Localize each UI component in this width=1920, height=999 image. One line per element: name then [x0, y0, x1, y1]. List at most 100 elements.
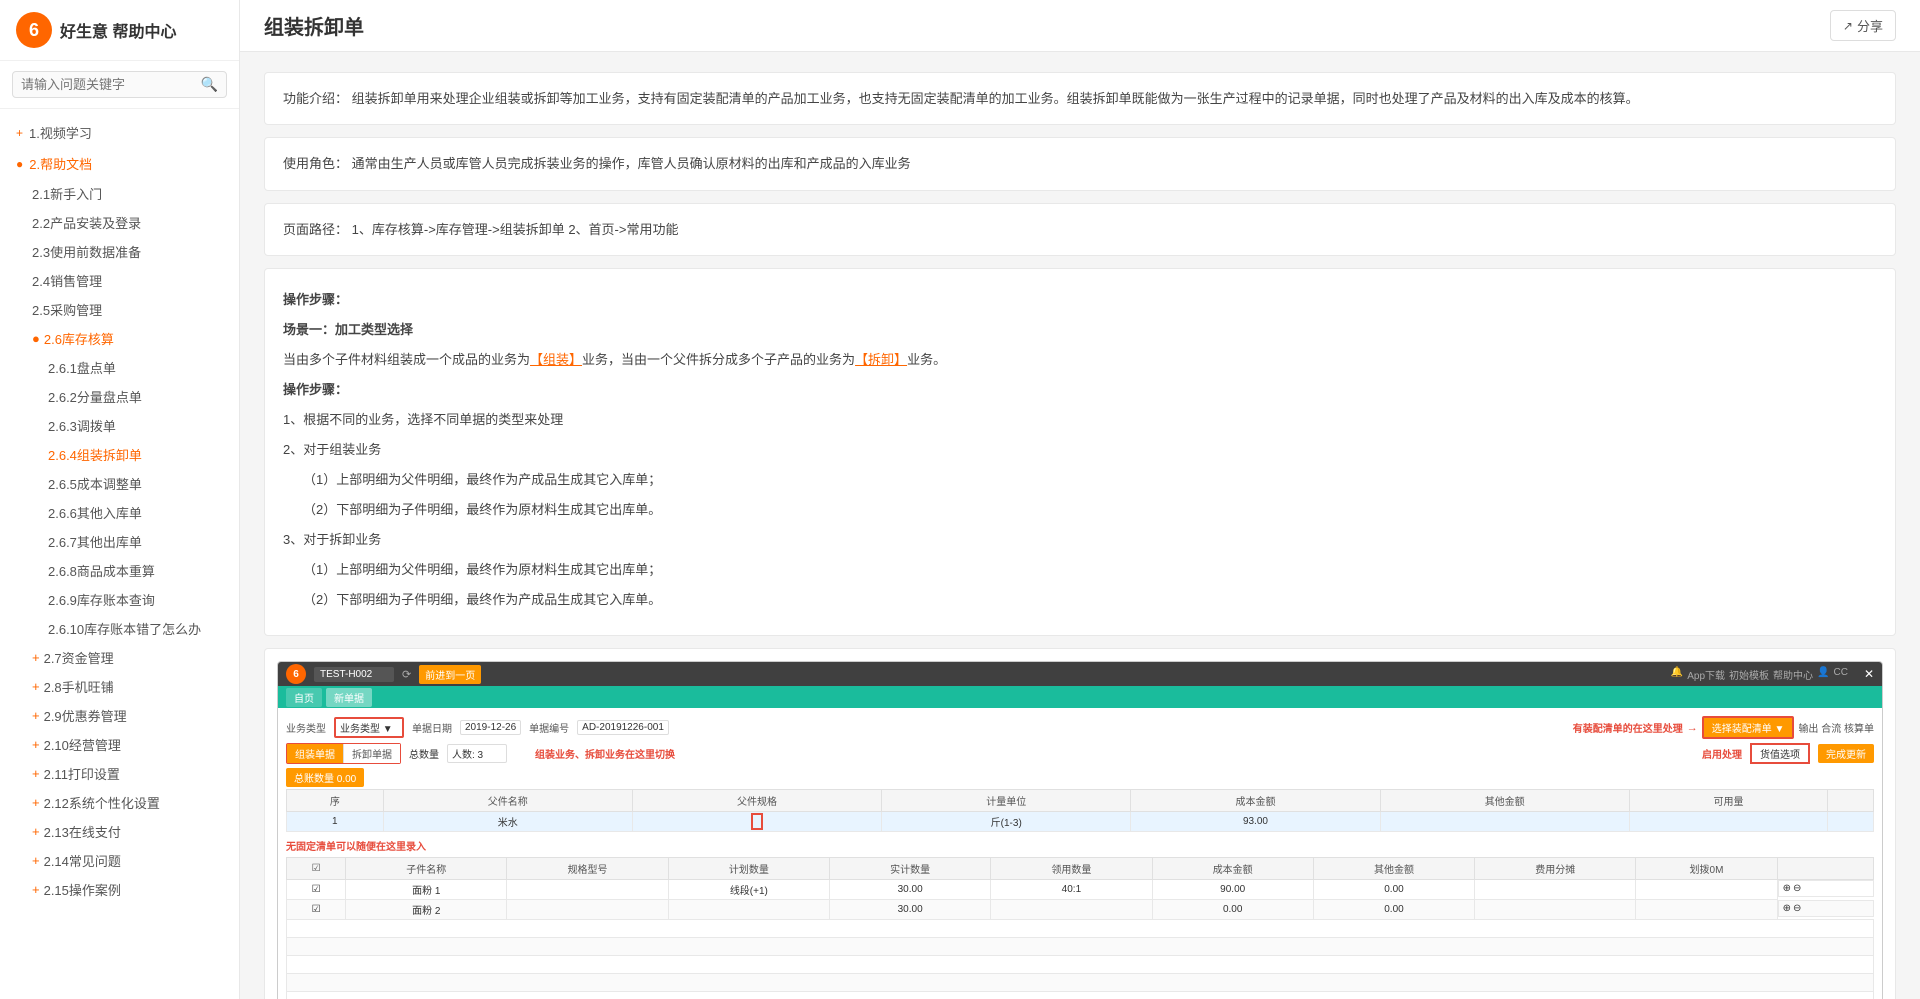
nav-sub-item-2-6-10[interactable]: 2.6.10库存账本错了怎么办: [0, 614, 239, 643]
fake-order-label: 单据编号: [529, 720, 569, 735]
fake-cell-1-other: [1380, 812, 1629, 832]
fake-save-btn[interactable]: 完成更新: [1818, 744, 1874, 763]
nav-sub-item-2-6-8[interactable]: 2.6.8商品成本重算: [0, 556, 239, 585]
nav-label-2-5: 2.5采购管理: [32, 300, 102, 319]
expand-icon-2-14: +: [32, 853, 40, 868]
fake-row2-icon2[interactable]: ⊖: [1793, 903, 1801, 914]
fake-forward-btn[interactable]: 前进到一页: [419, 665, 481, 684]
fake-lower-col-ops: [1777, 858, 1873, 880]
nav-label-2-7: 2.7资金管理: [44, 648, 114, 667]
fake-tab-home[interactable]: 自页: [286, 688, 322, 707]
main-area: 组装拆卸单 ↗ 分享 功能介绍： 组装拆卸单用来处理企业组装或拆卸等加工业务，支…: [240, 0, 1920, 999]
fake-lower-cell-2-actual: 30.00: [829, 900, 990, 920]
nav-sub-item-2-3[interactable]: 2.3使用前数据准备: [0, 237, 239, 266]
nav-label-2-6-4: 2.6.4组装拆卸单: [48, 445, 142, 464]
fake-qty-label: 总数量: [409, 746, 439, 761]
fake-lower-cell-2-other: 0.00: [1313, 900, 1474, 920]
fake-user-label: CC: [1833, 667, 1847, 682]
nav-sub-item-2-11[interactable]: + 2.11打印设置: [0, 759, 239, 788]
fake-type-input[interactable]: 业务类型 ▼: [334, 717, 404, 738]
fake-col-header-ops: [1828, 790, 1874, 812]
search-box: 🔍: [12, 71, 227, 98]
share-icon: ↗: [1843, 19, 1853, 33]
search-icon[interactable]: 🔍: [201, 76, 218, 93]
fake-refresh-icon[interactable]: ⟳: [402, 668, 411, 681]
fake-spec-input[interactable]: [751, 813, 763, 830]
annotation-1-area: 有装配清单的在这里处理 → 选择装配清单 ▼ 输出 合流 核算单: [1573, 716, 1874, 739]
nav-tree: + 1.视频学习 ● 2.帮助文档 2.1新手入门 2.2产品安装及登录 2.3…: [0, 109, 239, 999]
nav-sub-item-2-6-1[interactable]: 2.6.1盘点单: [0, 353, 239, 382]
fake-lower-cell-2-cost: 0.00: [1152, 900, 1313, 920]
step3-1: （1）上部明细为父件明细，最终作为原材料生成其它出库单；: [283, 557, 1877, 583]
logo-icon: 6: [16, 12, 52, 48]
nav-sub-item-2-7[interactable]: + 2.7资金管理: [0, 643, 239, 672]
expand-icon-2-6: ●: [32, 331, 40, 346]
fake-lower-col-spec: 规格型号: [507, 858, 668, 880]
nav-sub-item-2-14[interactable]: + 2.14常见问题: [0, 846, 239, 875]
fake-cell-1-num: 1: [287, 812, 384, 832]
nav-sub-item-2-10[interactable]: + 2.10经营管理: [0, 730, 239, 759]
fake-row2-icon1[interactable]: ⊕: [1783, 903, 1791, 914]
fake-row-icon2[interactable]: ⊖: [1793, 883, 1801, 894]
scenario1-desc: 当由多个子件材料组装成一个成品的业务为【组装】业务，当由一个父件拆分成多个子产品…: [283, 347, 1877, 373]
fake-empty-row-7: [287, 992, 1874, 999]
fake-date-label: 单据日期: [412, 720, 452, 735]
nav-sub-item-2-6-4[interactable]: 2.6.4组装拆卸单: [0, 440, 239, 469]
fake-template: 初始模板: [1729, 667, 1769, 682]
fake-lower-cell-2-spec: [507, 900, 668, 920]
fake-nav-controls: ⟳: [402, 668, 411, 681]
search-input[interactable]: [21, 77, 201, 92]
nav-sub-item-2-6-3[interactable]: 2.6.3调拨单: [0, 411, 239, 440]
nav-sub-item-2-6-7[interactable]: 2.6.7其他出库单: [0, 527, 239, 556]
nav-sub-item-2-6-5[interactable]: 2.6.5成本调整单: [0, 469, 239, 498]
fake-date-input[interactable]: 2019-12-26: [460, 720, 521, 735]
fake-col-header-cost: 成本金额: [1131, 790, 1380, 812]
fake-qty-input[interactable]: 人数: 3: [447, 744, 507, 763]
link-chaichao[interactable]: 【拆卸】: [855, 352, 907, 367]
fake-upper-table-label: 总账数量 0.00: [286, 768, 364, 787]
nav-sub-item-2-6[interactable]: ● 2.6库存核算: [0, 324, 239, 353]
fake-tab-zuozhuang[interactable]: 组装单据: [287, 744, 343, 763]
nav-label-2-6: 2.6库存核算: [44, 329, 114, 348]
expand-icon-1: +: [16, 126, 23, 140]
nav-sub-item-2-2[interactable]: 2.2产品安装及登录: [0, 208, 239, 237]
step2-1: （1）上部明细为父件明细，最终作为产成品生成其它入库单；: [283, 467, 1877, 493]
nav-sub-item-2-15[interactable]: + 2.15操作案例: [0, 875, 239, 904]
fake-tab-chaichao[interactable]: 拆卸单据: [343, 744, 400, 763]
nav-sub-item-2-13[interactable]: + 2.13在线支付: [0, 817, 239, 846]
fake-order-input[interactable]: AD-20191226-001: [577, 720, 669, 735]
fake-top-bar: 6 TEST-H002 ⟳ 前进到一页 🔔 App下载 初始模板 帮助中心 👤 …: [278, 662, 1882, 686]
fake-address-bar[interactable]: TEST-H002: [314, 667, 394, 682]
nav-sub-item-2-5[interactable]: 2.5采购管理: [0, 295, 239, 324]
fake-col-header-avail: 可用量: [1629, 790, 1827, 812]
fake-row-icon1[interactable]: ⊕: [1783, 883, 1791, 894]
nav-sub-item-2-8[interactable]: + 2.8手机旺铺: [0, 672, 239, 701]
role-label: 使用角色：: [283, 156, 348, 171]
fake-lower-col-plan-qty: 计划数量: [668, 858, 829, 880]
fake-col-header-other: 其他金额: [1380, 790, 1629, 812]
fake-bell-icon: 🔔: [1671, 667, 1683, 682]
intro-text: 组装拆卸单用来处理企业组装或拆卸等加工业务，支持有固定装配清单的产品加工业务，也…: [352, 91, 1639, 106]
nav-sub-item-2-12[interactable]: + 2.12系统个性化设置: [0, 788, 239, 817]
fake-lower-cell-2-check: ☑: [287, 900, 346, 920]
nav-item-1[interactable]: + 1.视频学习: [0, 117, 239, 148]
step2: 2、对于组装业务: [283, 437, 1877, 463]
link-zuozhuang[interactable]: 【组装】: [530, 352, 582, 367]
fake-enable-input[interactable]: 货值选项: [1750, 743, 1810, 764]
fake-lower-col-check: ☑: [287, 858, 346, 880]
nav-sub-item-2-1[interactable]: 2.1新手入门: [0, 179, 239, 208]
fake-lower-row-4: [287, 938, 1874, 956]
fake-config-btn[interactable]: 选择装配清单 ▼: [1702, 716, 1795, 739]
fake-close-icon[interactable]: ✕: [1864, 667, 1874, 681]
nav-sub-item-2-4[interactable]: 2.4销售管理: [0, 266, 239, 295]
fake-tab-new[interactable]: 新单据: [326, 688, 372, 707]
nav-label-2-8: 2.8手机旺铺: [44, 677, 114, 696]
nav-sub-item-2-6-6[interactable]: 2.6.6其他入库单: [0, 498, 239, 527]
fake-sub-tabs-row: 组装单据 拆卸单据 总数量 人数: 3 组装业务、拆卸业务在这里切换 启用处理 …: [286, 743, 1874, 764]
fake-cell-1-spec: [632, 812, 881, 832]
nav-sub-item-2-9[interactable]: + 2.9优惠券管理: [0, 701, 239, 730]
nav-sub-item-2-6-2[interactable]: 2.6.2分量盘点单: [0, 382, 239, 411]
share-button[interactable]: ↗ 分享: [1830, 10, 1896, 41]
nav-sub-item-2-6-9[interactable]: 2.6.9库存账本查询: [0, 585, 239, 614]
nav-item-2[interactable]: ● 2.帮助文档: [0, 148, 239, 179]
